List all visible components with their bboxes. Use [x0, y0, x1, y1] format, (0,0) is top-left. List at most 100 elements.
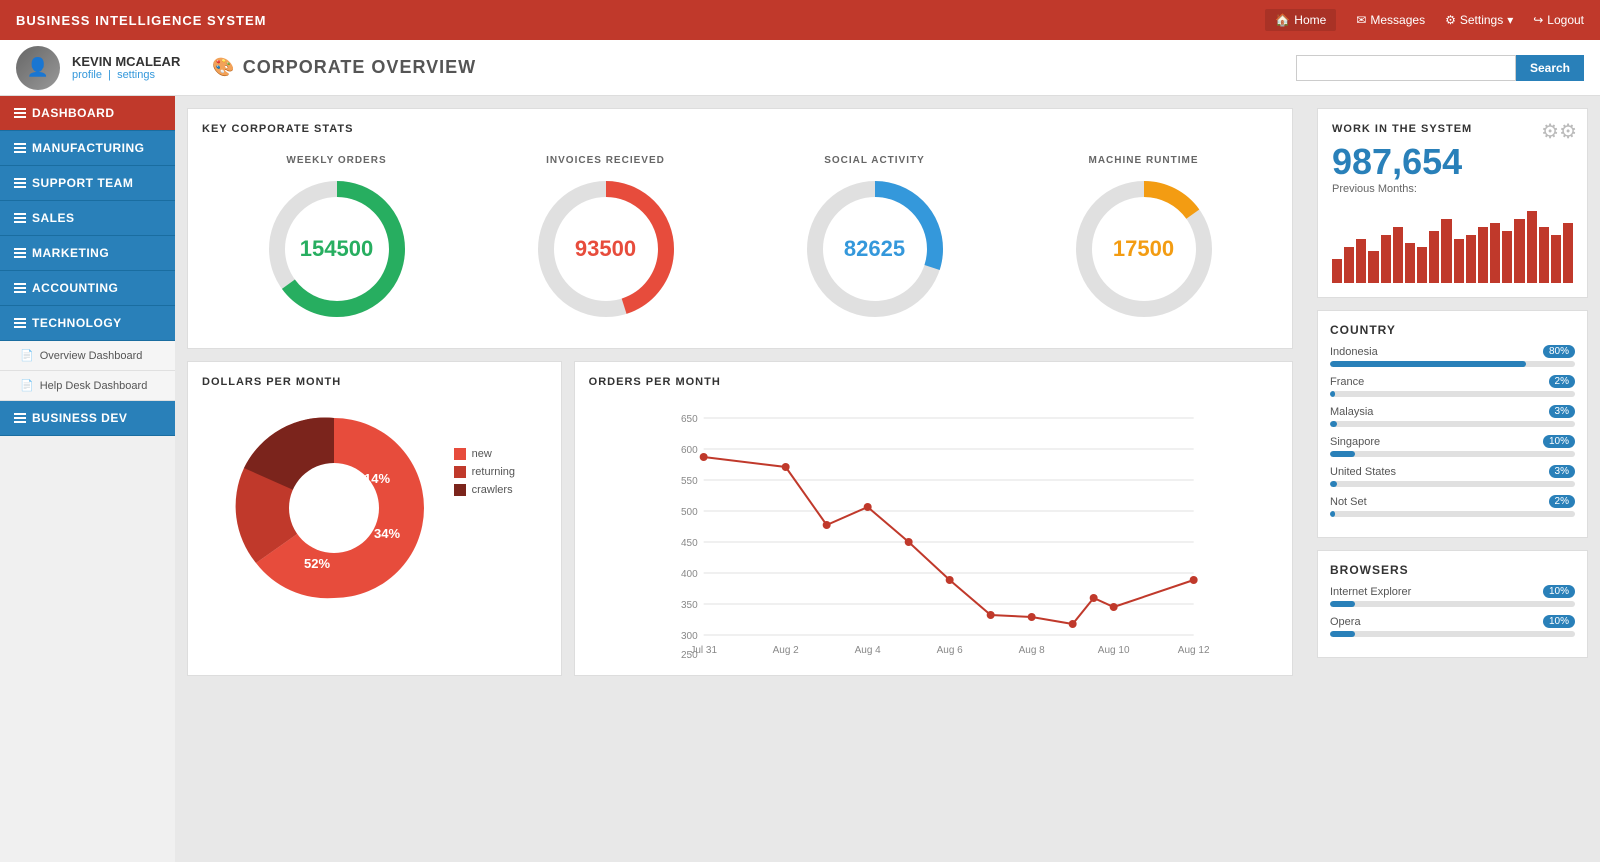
pie-legend: new returning crawlers [454, 448, 515, 496]
browser-badge: 10% [1543, 615, 1575, 628]
search-button[interactable]: Search [1516, 55, 1584, 81]
doc-icon: 📄 [20, 379, 34, 392]
sidebar-item-dashboard[interactable]: Dashboard [0, 96, 175, 131]
header-left: 👤 KEVIN MCALEAR profile | settings 🎨 COR… [16, 46, 476, 90]
menu-icon [14, 248, 26, 258]
page-title: CORPORATE OVERVIEW [243, 57, 476, 78]
mini-bar-chart [1332, 203, 1573, 283]
svg-text:400: 400 [681, 569, 698, 580]
progress-track [1330, 391, 1575, 397]
top-nav-right: 🏠 Home ✉ Messages ⚙ Settings ▾ ↪ Logout [1265, 9, 1584, 31]
donut-chart-runtime: 17500 [1069, 174, 1219, 324]
progress-fill [1330, 451, 1355, 457]
svg-text:650: 650 [681, 414, 698, 425]
donut-label-invoices: INVOICES RECIEVED [546, 155, 665, 166]
progress-track [1330, 481, 1575, 487]
svg-text:Aug 12: Aug 12 [1177, 645, 1209, 656]
settings-link[interactable]: settings [117, 69, 155, 81]
legend-label-returning: returning [472, 466, 515, 478]
user-info: KEVIN MCALEAR profile | settings [72, 54, 180, 81]
pie-container: 14% 34% 52% new returning [202, 398, 547, 618]
profile-link[interactable]: profile [72, 69, 102, 81]
sidebar-sub-helpdesk[interactable]: 📄 Help Desk Dashboard [0, 371, 175, 401]
mini-bar [1405, 243, 1415, 283]
sidebar-item-support-team[interactable]: Support Team [0, 166, 175, 201]
user-name: KEVIN MCALEAR [72, 54, 180, 69]
menu-icon [14, 283, 26, 293]
mini-bar [1514, 219, 1524, 283]
sidebar-item-accounting[interactable]: Accounting [0, 271, 175, 306]
work-system-prev-label: Previous Months: [1332, 183, 1573, 195]
svg-text:Aug 2: Aug 2 [772, 645, 799, 656]
browser-item: Opera 10% [1330, 615, 1575, 637]
country-name: Malaysia [1330, 406, 1373, 418]
donut-chart-invoices: 93500 [531, 174, 681, 324]
donut-chart-weekly: 154500 [262, 174, 412, 324]
bottom-row: DOLLARS PER MONTH 14% 34% 5 [187, 361, 1293, 676]
sidebar-item-sales[interactable]: Sales [0, 201, 175, 236]
nav-logout[interactable]: ↪ Logout [1533, 13, 1584, 27]
search-input[interactable] [1296, 55, 1516, 81]
sidebar-item-business-dev[interactable]: Business Dev [0, 401, 175, 436]
country-item: Singapore 10% [1330, 435, 1575, 457]
svg-text:14%: 14% [364, 471, 390, 486]
stats-title: KEY CORPORATE STATS [202, 123, 1278, 135]
legend-new: new [454, 448, 515, 460]
gear-icon[interactable]: ⚙⚙ [1541, 119, 1577, 144]
messages-icon: ✉ [1356, 13, 1366, 27]
nav-home[interactable]: 🏠 Home [1265, 9, 1336, 31]
nav-settings[interactable]: ⚙ Settings ▾ [1445, 13, 1513, 27]
donuts-row: WEEKLY ORDERS 154500 INVOICES RECIEVED [202, 145, 1278, 334]
menu-icon [14, 413, 26, 423]
mini-bar [1344, 247, 1354, 283]
progress-track [1330, 511, 1575, 517]
sidebar-item-marketing[interactable]: Marketing [0, 236, 175, 271]
svg-text:600: 600 [681, 445, 698, 456]
mini-bar [1441, 219, 1451, 283]
country-badge: 2% [1549, 495, 1575, 508]
header: 👤 KEVIN MCALEAR profile | settings 🎨 COR… [0, 40, 1600, 96]
progress-fill [1330, 631, 1355, 637]
avatar: 👤 [16, 46, 60, 90]
settings-icon: ⚙ [1445, 13, 1456, 27]
menu-icon [14, 178, 26, 188]
mini-bar [1527, 211, 1537, 283]
donut-value-runtime: 17500 [1113, 236, 1174, 262]
mini-bar [1417, 247, 1427, 283]
svg-text:350: 350 [681, 600, 698, 611]
donut-chart-social: 82625 [800, 174, 950, 324]
progress-fill [1330, 391, 1335, 397]
sidebar: Dashboard Manufacturing Support Team Sal… [0, 96, 175, 862]
pie-chart: 14% 34% 52% [234, 408, 434, 608]
svg-text:52%: 52% [304, 556, 330, 571]
sidebar-sub-overview[interactable]: 📄 Overview Dashboard [0, 341, 175, 371]
nav-messages[interactable]: ✉ Messages [1356, 13, 1425, 27]
main-content: KEY CORPORATE STATS WEEKLY ORDERS 154500 [175, 96, 1305, 862]
logout-icon: ↪ [1533, 13, 1543, 27]
country-name: Singapore [1330, 436, 1380, 448]
donut-label-weekly: WEEKLY ORDERS [286, 155, 386, 166]
mini-bar [1539, 227, 1549, 283]
browser-name: Opera [1330, 616, 1361, 628]
legend-label-new: new [472, 448, 492, 460]
key-stats-card: KEY CORPORATE STATS WEEKLY ORDERS 154500 [187, 108, 1293, 349]
country-item: France 2% [1330, 375, 1575, 397]
avatar-image: 👤 [16, 46, 60, 90]
user-links: profile | settings [72, 69, 180, 81]
mini-bar [1502, 231, 1512, 283]
legend-color-returning [454, 466, 466, 478]
donut-invoices: INVOICES RECIEVED 93500 [531, 155, 681, 324]
donut-social: SOCIAL ACTIVITY 82625 [800, 155, 950, 324]
sidebar-item-technology[interactable]: Technology [0, 306, 175, 341]
mini-bar [1478, 227, 1488, 283]
donut-label-runtime: MACHINE RUNTIME [1089, 155, 1199, 166]
mini-bar [1466, 235, 1476, 283]
progress-fill [1330, 421, 1337, 427]
sidebar-item-manufacturing[interactable]: Manufacturing [0, 131, 175, 166]
country-card: COUNTRY Indonesia 80% France 2% [1317, 310, 1588, 538]
progress-track [1330, 631, 1575, 637]
progress-fill [1330, 361, 1526, 367]
mini-bar [1551, 235, 1561, 283]
legend-label-crawlers: crawlers [472, 484, 513, 496]
country-name: Not Set [1330, 496, 1367, 508]
